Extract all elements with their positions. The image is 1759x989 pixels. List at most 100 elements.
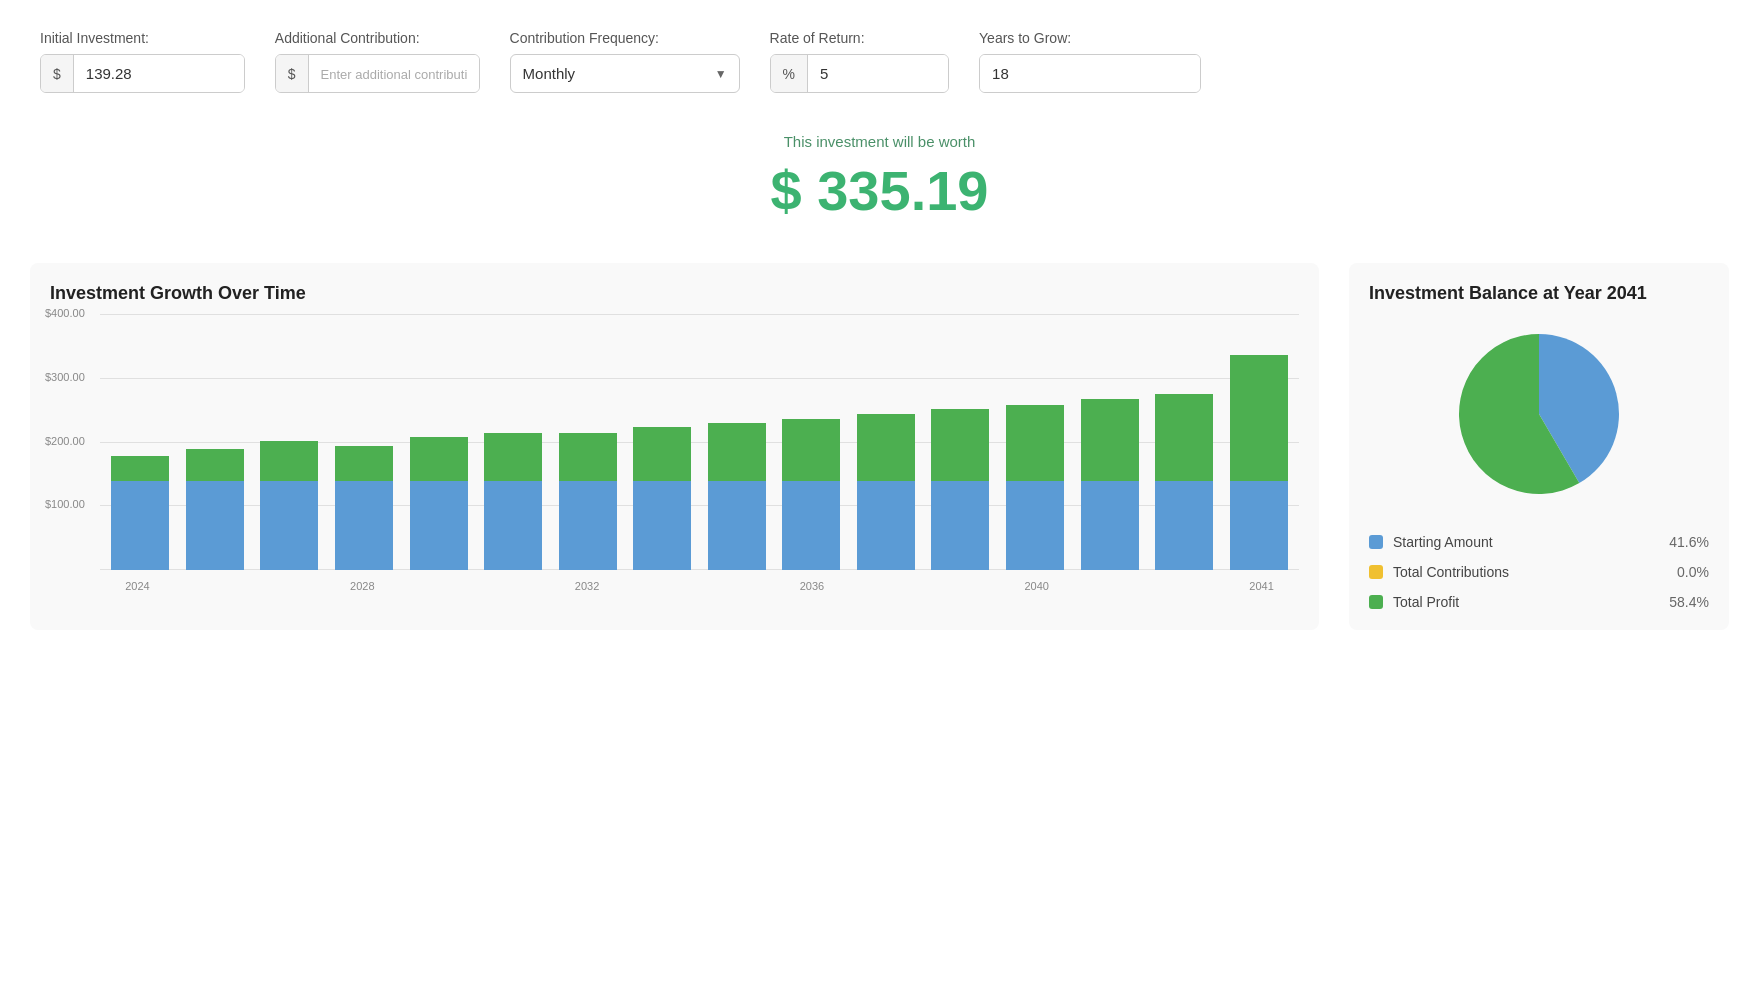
additional-contribution-group: Additional Contribution: $: [275, 30, 480, 93]
bar-starting: [633, 481, 691, 570]
x-label: 2028: [350, 580, 374, 592]
bars-wrapper: [100, 314, 1299, 570]
bar-profit: [111, 456, 169, 481]
bar-group: [1222, 314, 1295, 570]
bar-group: [850, 314, 923, 570]
bar-group: [701, 314, 774, 570]
rate-of-return-input[interactable]: [808, 55, 948, 92]
bar-profit: [857, 414, 915, 481]
bar-group: [179, 314, 252, 570]
bar-profit: [1081, 399, 1139, 481]
legend-label: Starting Amount: [1393, 534, 1659, 550]
x-label-group: 2024: [100, 576, 175, 594]
contribution-frequency-label: Contribution Frequency:: [510, 30, 740, 46]
x-label: 2024: [125, 580, 149, 592]
initial-investment-group: Initial Investment: $: [40, 30, 245, 93]
bar-group: [999, 314, 1072, 570]
x-label-group: 2032: [550, 576, 625, 594]
additional-contribution-input[interactable]: [309, 55, 479, 92]
contribution-frequency-group: Contribution Frequency: Monthly Weekly D…: [510, 30, 740, 93]
legend-percentage: 0.0%: [1677, 564, 1709, 580]
grid-label-100: $100.00: [45, 498, 85, 510]
bar-group: [477, 314, 550, 570]
bar-profit: [484, 433, 542, 481]
bar-profit: [1006, 405, 1064, 481]
years-to-grow-label: Years to Grow:: [979, 30, 1201, 46]
bar-group: [328, 314, 401, 570]
bar-profit: [186, 449, 244, 481]
x-label-group: [1149, 576, 1224, 594]
bar-starting: [1006, 481, 1064, 570]
rate-prefix: %: [771, 55, 808, 92]
years-to-grow-group: Years to Grow:: [979, 30, 1201, 93]
x-labels: 202420282032203620402041: [100, 576, 1299, 594]
bar-profit: [1230, 355, 1288, 480]
bar-group: [551, 314, 624, 570]
bar-starting: [335, 481, 393, 570]
bar-starting: [1081, 481, 1139, 570]
bar-group: [104, 314, 177, 570]
pie-legend: Starting Amount41.6% Total Contributions 0…: [1369, 534, 1709, 610]
additional-contribution-input-wrap: $: [275, 54, 480, 93]
bar-group: [402, 314, 475, 570]
x-label-group: [924, 576, 999, 594]
x-label-group: 2028: [325, 576, 400, 594]
bar-profit: [931, 409, 989, 481]
bar-profit: [633, 427, 691, 481]
x-label-group: [475, 576, 550, 594]
bar-chart-inner: $400.00 $300.00 $200.00 $100.00: [50, 314, 1299, 570]
legend-percentage: 58.4%: [1669, 594, 1709, 610]
x-label-group: [700, 576, 775, 594]
bar-group: [253, 314, 326, 570]
legend-item: Starting Amount41.6%: [1369, 534, 1709, 550]
initial-investment-input-wrap: $: [40, 54, 245, 93]
bar-chart-area: $400.00 $300.00 $200.00 $100.00: [50, 314, 1299, 594]
initial-investment-input[interactable]: [74, 55, 244, 92]
bar-group: [924, 314, 997, 570]
x-label-group: [400, 576, 475, 594]
bar-starting: [1230, 481, 1288, 570]
bar-starting: [111, 481, 169, 570]
additional-contribution-prefix: $: [276, 55, 309, 92]
grid-label-200: $200.00: [45, 435, 85, 447]
legend-item: Total Contributions 0.0%: [1369, 564, 1709, 580]
inputs-section: Initial Investment: $ Additional Contrib…: [0, 0, 1759, 113]
x-label-group: [625, 576, 700, 594]
bar-profit: [410, 437, 468, 481]
bar-profit: [260, 441, 318, 481]
years-to-grow-input[interactable]: [980, 55, 1200, 92]
years-input-wrap: [979, 54, 1201, 93]
grid-label-400: $400.00: [45, 307, 85, 319]
pie-chart-wrapper: Starting Amount41.6% Total Contributions 0…: [1369, 324, 1709, 610]
bar-chart-container: Investment Growth Over Time $400.00 $300…: [30, 263, 1319, 630]
legend-label: Total Contributions: [1393, 564, 1667, 580]
x-label-group: [1074, 576, 1149, 594]
x-label-group: [175, 576, 250, 594]
charts-section: Investment Growth Over Time $400.00 $300…: [0, 263, 1759, 670]
bar-profit: [335, 446, 393, 481]
result-section: This investment will be worth $ 335.19: [0, 113, 1759, 263]
legend-item: Total Profit 58.4%: [1369, 594, 1709, 610]
bar-starting: [708, 481, 766, 570]
additional-contribution-label: Additional Contribution:: [275, 30, 480, 46]
bar-starting: [1155, 481, 1213, 570]
x-label-group: 2040: [999, 576, 1074, 594]
bar-starting: [186, 481, 244, 570]
grid-label-300: $300.00: [45, 371, 85, 383]
x-label: 2032: [575, 580, 599, 592]
result-subtitle: This investment will be worth: [0, 133, 1759, 150]
legend-label: Total Profit: [1393, 594, 1659, 610]
legend-color-dot: [1369, 595, 1383, 609]
x-label: 2041: [1249, 580, 1273, 592]
bar-starting: [410, 481, 468, 570]
initial-investment-prefix: $: [41, 55, 74, 92]
bar-group: [626, 314, 699, 570]
bar-starting: [484, 481, 542, 570]
bar-group: [775, 314, 848, 570]
legend-color-dot: [1369, 535, 1383, 549]
contribution-frequency-select[interactable]: Monthly Weekly Daily Annually: [511, 55, 739, 92]
rate-of-return-label: Rate of Return:: [770, 30, 949, 46]
bar-group: [1073, 314, 1146, 570]
rate-of-return-group: Rate of Return: %: [770, 30, 949, 93]
bar-group: [1148, 314, 1221, 570]
